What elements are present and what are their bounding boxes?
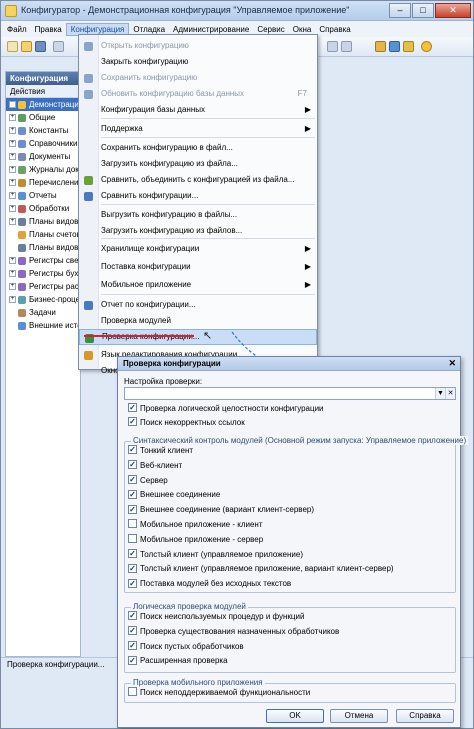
help-button[interactable]: Справка bbox=[396, 709, 454, 723]
settings-select[interactable]: ▼ ✕ bbox=[124, 387, 456, 400]
checkbox-checked-icon[interactable]: ✓ bbox=[128, 460, 137, 470]
cancel-button[interactable]: Отмена bbox=[330, 709, 388, 723]
checkbox-checked-icon[interactable]: ✓ bbox=[128, 403, 137, 413]
check-option-label: Поиск некорректных ссылок bbox=[140, 418, 245, 427]
check-option[interactable]: Мобильное приложение - клиент bbox=[128, 519, 263, 531]
checkbox-checked-icon[interactable]: ✓ bbox=[128, 611, 137, 621]
check-option-label: Проверка существования назначенных обраб… bbox=[140, 626, 340, 636]
clear-icon[interactable]: ✕ bbox=[445, 388, 455, 399]
check-option[interactable]: ✓ Поиск пустых обработчиков bbox=[128, 640, 244, 653]
check-option-label: Расширенная проверка bbox=[140, 656, 228, 666]
check-option[interactable]: Поиск неподдерживаемой функциональности bbox=[128, 687, 310, 699]
checkbox-checked-icon[interactable]: ✓ bbox=[128, 563, 137, 573]
dialog-close-icon[interactable]: ✕ bbox=[448, 358, 456, 369]
check-option-label: Мобильное приложение - клиент bbox=[140, 520, 263, 529]
checkbox-checked-icon[interactable]: ✓ bbox=[128, 640, 137, 650]
check-option[interactable]: ✓ Внешнее соединение (вариант клиент-серв… bbox=[128, 504, 314, 516]
check-option-label: Толстый клиент (управляемое приложение, … bbox=[140, 564, 394, 574]
check-option-label: Тонкий клиент bbox=[140, 446, 194, 455]
check-option[interactable]: ✓ Расширенная проверка bbox=[128, 655, 228, 667]
checkbox-checked-icon[interactable]: ✓ bbox=[128, 474, 137, 484]
check-option-label: Поиск пустых обработчиков bbox=[140, 641, 244, 651]
check-option[interactable]: ✓ Поиск неиспользуемых процедур и функций bbox=[128, 611, 304, 623]
checkbox-checked-icon[interactable]: ✓ bbox=[128, 417, 137, 427]
syntax-group-title: Синтаксический контроль модулей (Основно… bbox=[131, 436, 469, 445]
mouse-cursor-icon: ↖ bbox=[203, 330, 213, 342]
ok-button[interactable]: OK bbox=[266, 709, 324, 723]
checkbox-checked-icon[interactable]: ✓ bbox=[128, 626, 137, 636]
check-option[interactable]: ✓ Веб-клиент bbox=[128, 460, 182, 472]
check-option[interactable]: ✓ Сервер bbox=[128, 474, 168, 487]
check-option[interactable]: ✓ Проверка существования назначенных обра… bbox=[128, 626, 339, 638]
check-option-label: Внешнее соединение bbox=[140, 490, 221, 500]
check-configuration-dialog: Проверка конфигурации ✕ Настройка провер… bbox=[117, 356, 469, 728]
checkbox-checked-icon[interactable]: ✓ bbox=[128, 445, 137, 455]
check-option-label: Проверка логической целостности конфигур… bbox=[140, 404, 324, 413]
check-option[interactable]: ✓ Толстый клиент (управляемое приложение) bbox=[128, 548, 303, 561]
dialog-title-bar: Проверка конфигурации ✕ bbox=[118, 357, 460, 371]
checkbox-unchecked-icon[interactable] bbox=[128, 519, 137, 529]
checkbox-checked-icon[interactable]: ✓ bbox=[128, 578, 137, 588]
check-option[interactable]: ✓ Тонкий клиент bbox=[128, 445, 193, 457]
check-option-label: Внешнее соединение (вариант клиент-серве… bbox=[140, 505, 315, 515]
checkbox-checked-icon[interactable]: ✓ bbox=[128, 655, 137, 665]
check-option[interactable]: ✓ Поиск некорректных ссылок bbox=[128, 417, 245, 429]
check-option-label: Поиск неиспользуемых процедур и функций bbox=[140, 612, 305, 621]
dialog-title: Проверка конфигурации bbox=[123, 359, 221, 368]
check-option[interactable]: Мобильное приложение - сервер bbox=[128, 534, 263, 546]
check-option-label: Веб-клиент bbox=[140, 460, 183, 470]
checkbox-unchecked-icon[interactable] bbox=[128, 534, 137, 544]
logic-group-title: Логическая проверка модулей bbox=[131, 602, 248, 611]
settings-label: Настройка проверки: bbox=[124, 377, 203, 386]
check-option[interactable]: ✓ Поставка модулей без исходных текстов bbox=[128, 578, 291, 590]
mobile-group-title: Проверка мобильного приложения bbox=[131, 678, 265, 687]
checkbox-checked-icon[interactable]: ✓ bbox=[128, 548, 137, 558]
checkbox-checked-icon[interactable]: ✓ bbox=[128, 504, 137, 514]
check-option-label: Поставка модулей без исходных текстов bbox=[140, 579, 292, 589]
check-option[interactable]: ✓ Проверка логической целостности конфигу… bbox=[128, 403, 324, 415]
check-option-label: Сервер bbox=[140, 475, 168, 485]
dropdown-arrow-icon[interactable]: ▼ bbox=[435, 388, 445, 399]
check-option-label: Толстый клиент (управляемое приложение) bbox=[140, 549, 303, 559]
check-option[interactable]: ✓ Внешнее соединение bbox=[128, 489, 220, 501]
checkbox-checked-icon[interactable]: ✓ bbox=[128, 489, 137, 499]
check-option-label: Поиск неподдерживаемой функциональности bbox=[140, 688, 311, 697]
check-option-label: Мобильное приложение - сервер bbox=[140, 534, 264, 544]
check-option[interactable]: ✓ Толстый клиент (управляемое приложение,… bbox=[128, 563, 394, 575]
checkbox-unchecked-icon[interactable] bbox=[128, 687, 137, 697]
